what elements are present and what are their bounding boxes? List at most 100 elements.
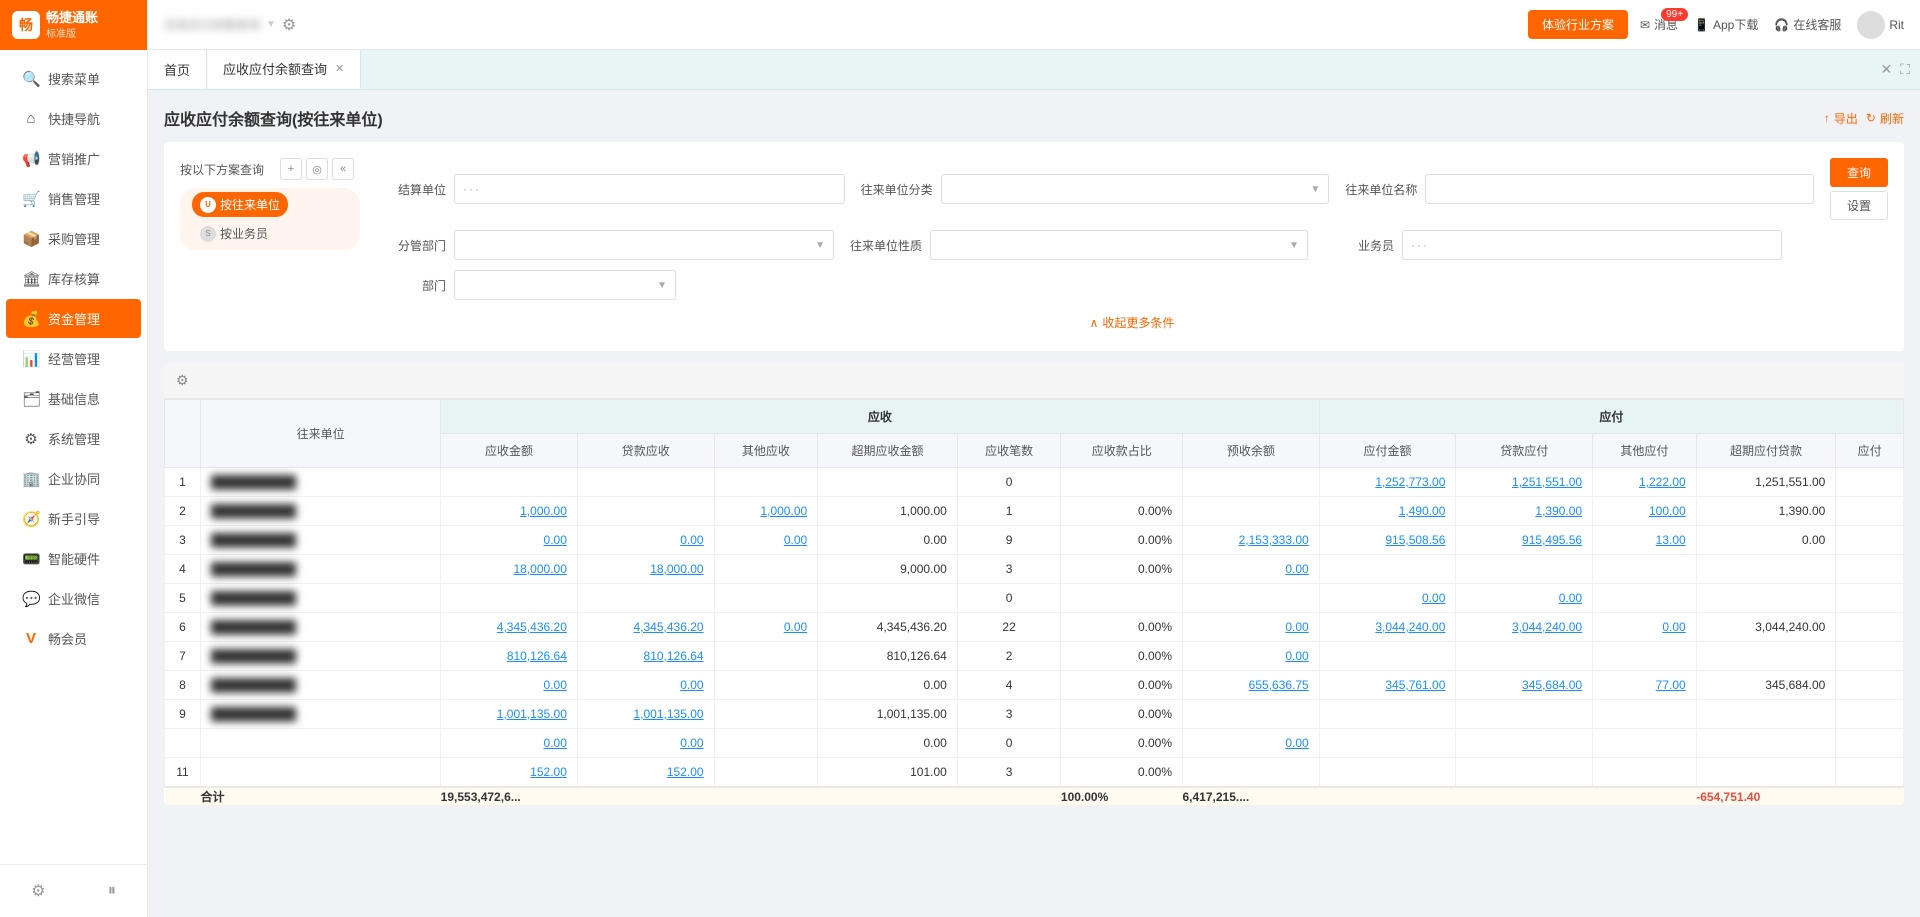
table-cell[interactable] xyxy=(577,584,714,613)
sidebar-item-enterprise[interactable]: 🏢 企业协同 xyxy=(6,459,141,498)
unit-category-input[interactable]: ▼ xyxy=(941,174,1330,204)
table-cell[interactable] xyxy=(714,468,818,497)
table-cell[interactable]: 655,636.75 xyxy=(1183,671,1320,700)
table-cell[interactable] xyxy=(714,729,818,758)
table-cell[interactable]: 1,001,135.00 xyxy=(441,700,578,729)
table-cell[interactable]: 810,126.64 xyxy=(441,642,578,671)
table-cell[interactable]: 1,251,551.00 xyxy=(1456,468,1593,497)
table-cell[interactable]: 1,001,135.00 xyxy=(577,700,714,729)
tab-maximize-icon[interactable]: ⛶ xyxy=(1900,61,1910,78)
table-cell[interactable]: 1,390.00 xyxy=(1456,497,1593,526)
table-cell[interactable]: 1,000.00 xyxy=(441,497,578,526)
add-scheme-button[interactable]: + xyxy=(280,158,302,180)
table-cell[interactable]: 345,761.00 xyxy=(1319,671,1456,700)
table-cell[interactable] xyxy=(1593,555,1697,584)
table-cell[interactable] xyxy=(1593,642,1697,671)
query-button[interactable]: 查询 xyxy=(1830,158,1888,187)
sidebar-item-inventory[interactable]: 🏛 库存核算 xyxy=(6,259,141,298)
table-cell[interactable]: 2,153,333.00 xyxy=(1183,526,1320,555)
table-cell[interactable] xyxy=(1183,584,1320,613)
sidebar-item-member[interactable]: V 畅会员 xyxy=(6,619,141,658)
total-r-amount[interactable]: 19,553,472,6... xyxy=(441,787,578,805)
table-cell[interactable]: 0.00 xyxy=(714,526,818,555)
table-cell[interactable] xyxy=(577,468,714,497)
table-cell[interactable] xyxy=(1319,729,1456,758)
table-cell[interactable] xyxy=(1593,729,1697,758)
table-cell[interactable]: 18,000.00 xyxy=(577,555,714,584)
table-cell[interactable]: 915,495.56 xyxy=(1456,526,1593,555)
table-cell[interactable] xyxy=(441,584,578,613)
table-cell[interactable]: 3,044,240.00 xyxy=(1456,613,1593,642)
table-cell[interactable] xyxy=(1456,700,1593,729)
sidebar-item-quicknav[interactable]: ⌂ 快捷导航 xyxy=(6,99,141,138)
table-cell[interactable] xyxy=(1593,700,1697,729)
table-cell[interactable] xyxy=(1319,700,1456,729)
table-cell[interactable]: 152.00 xyxy=(441,758,578,788)
table-cell[interactable]: 0.00 xyxy=(577,729,714,758)
table-cell[interactable]: 4,345,436.20 xyxy=(577,613,714,642)
table-cell[interactable]: 0.00 xyxy=(1183,555,1320,584)
table-cell[interactable] xyxy=(1456,555,1593,584)
sidebar-item-operation[interactable]: 📊 经营管理 xyxy=(6,339,141,378)
refresh-button[interactable]: ↻ 刷新 xyxy=(1866,110,1904,127)
table-cell[interactable] xyxy=(1183,700,1320,729)
table-cell[interactable] xyxy=(714,700,818,729)
breadcrumb-gear-icon[interactable]: ⚙ xyxy=(282,15,296,35)
export-button[interactable]: ↑ 导出 xyxy=(1824,110,1858,127)
table-cell[interactable]: 345,684.00 xyxy=(1456,671,1593,700)
table-cell[interactable] xyxy=(1319,555,1456,584)
unit-name-input[interactable] xyxy=(1425,174,1814,204)
sidebar-item-guide[interactable]: 🧭 新手引导 xyxy=(6,499,141,538)
sidebar-item-marketing[interactable]: 📢 营销推广 xyxy=(6,139,141,178)
table-cell[interactable] xyxy=(1183,468,1320,497)
table-cell[interactable]: 1,000.00 xyxy=(714,497,818,526)
table-cell[interactable] xyxy=(1456,758,1593,788)
promo-button[interactable]: 体验行业方案 xyxy=(1528,10,1628,39)
table-cell[interactable] xyxy=(714,671,818,700)
table-cell[interactable] xyxy=(714,555,818,584)
table-cell[interactable]: 18,000.00 xyxy=(441,555,578,584)
table-cell[interactable] xyxy=(441,468,578,497)
table-cell[interactable]: 0.00 xyxy=(1183,642,1320,671)
table-cell[interactable]: 0.00 xyxy=(1593,613,1697,642)
tab-home[interactable]: 首页 xyxy=(148,50,207,89)
table-cell[interactable]: 0.00 xyxy=(441,526,578,555)
sidebar-item-basic[interactable]: 🗂 基础信息 xyxy=(6,379,141,418)
table-cell[interactable] xyxy=(714,758,818,788)
table-cell[interactable]: 915,508.56 xyxy=(1319,526,1456,555)
settings-bottom-icon[interactable]: ⚙ xyxy=(25,875,51,907)
table-cell[interactable]: 3,044,240.00 xyxy=(1319,613,1456,642)
table-cell[interactable] xyxy=(1593,758,1697,788)
table-cell[interactable]: 0.00 xyxy=(1456,584,1593,613)
view-by-unit-option[interactable]: U 按往来单位 xyxy=(192,192,288,217)
table-cell[interactable]: 1,222.00 xyxy=(1593,468,1697,497)
table-cell[interactable]: 152.00 xyxy=(577,758,714,788)
table-cell[interactable]: 13.00 xyxy=(1593,526,1697,555)
sidebar-item-purchase[interactable]: 📦 采购管理 xyxy=(6,219,141,258)
dept-input[interactable]: ▼ xyxy=(454,270,676,300)
table-cell[interactable]: 100.00 xyxy=(1593,497,1697,526)
tab-araps[interactable]: 应收应付余额查询 ✕ xyxy=(207,50,361,89)
unit-nature-input[interactable]: ▼ xyxy=(930,230,1308,260)
table-cell[interactable] xyxy=(577,497,714,526)
table-cell[interactable]: 0.00 xyxy=(441,729,578,758)
setting-button[interactable]: 设置 xyxy=(1830,191,1888,220)
table-cell[interactable]: 4,345,436.20 xyxy=(441,613,578,642)
table-cell[interactable] xyxy=(1183,758,1320,788)
settlement-unit-input[interactable]: ··· xyxy=(454,174,845,204)
message-action[interactable]: ✉ 消息 99+ xyxy=(1640,16,1678,33)
view-by-staff-option[interactable]: S 按业务员 xyxy=(192,221,288,246)
table-cell[interactable]: 0.00 xyxy=(441,671,578,700)
table-cell[interactable]: 0.00 xyxy=(714,613,818,642)
table-cell[interactable]: 810,126.64 xyxy=(577,642,714,671)
salesperson-input[interactable]: ··· xyxy=(1402,230,1782,260)
table-cell[interactable] xyxy=(1319,758,1456,788)
table-cell[interactable] xyxy=(1319,642,1456,671)
table-cell[interactable]: 1,490.00 xyxy=(1319,497,1456,526)
table-cell[interactable] xyxy=(714,642,818,671)
table-cell[interactable]: 1,252,773.00 xyxy=(1319,468,1456,497)
table-cell[interactable] xyxy=(1456,729,1593,758)
sidebar-item-finance[interactable]: 💰 资金管理 xyxy=(6,299,141,338)
sidebar-item-system[interactable]: ⚙ 系统管理 xyxy=(6,419,141,458)
table-cell[interactable] xyxy=(1593,584,1697,613)
